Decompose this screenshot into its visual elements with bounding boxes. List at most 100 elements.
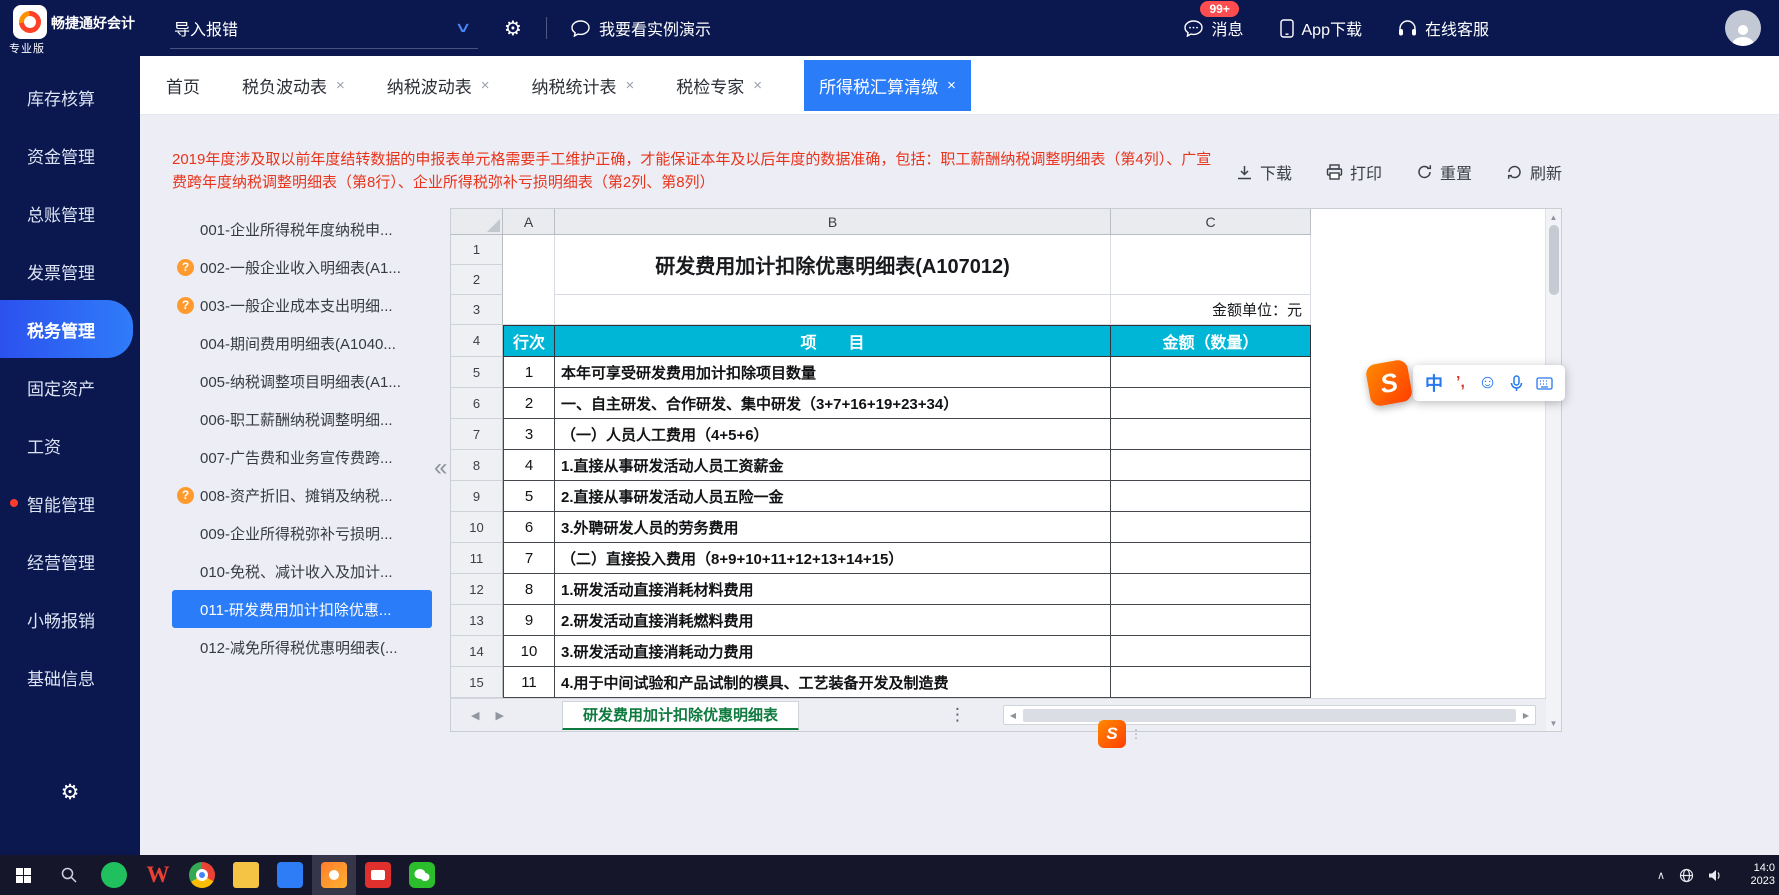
form-item-009[interactable]: 009-企业所得税弥补亏损明... [172, 514, 432, 552]
ime-punctuation[interactable]: ’, [1456, 374, 1465, 392]
table-header-item[interactable]: 项 目 [555, 325, 1111, 357]
vertical-scrollbar[interactable]: ▲ ▼ [1545, 209, 1561, 731]
tab-tax-statistics[interactable]: 纳税统计表 × [532, 60, 635, 111]
print-button[interactable]: 打印 [1326, 160, 1382, 184]
amount-cell[interactable] [1111, 543, 1311, 574]
scroll-up-icon[interactable]: ▲ [1546, 209, 1561, 225]
settings-gear-icon[interactable]: ⚙ [504, 16, 522, 41]
form-item-011[interactable]: 011-研发费用加计扣除优惠... [172, 590, 432, 628]
form-item-002[interactable]: ? 002-一般企业收入明细表(A1... [172, 248, 432, 286]
amount-cell[interactable] [1111, 419, 1311, 450]
support-button[interactable]: 在线客服 [1398, 16, 1489, 40]
tab-tax-fluctuation[interactable]: 纳税波动表 × [387, 60, 490, 111]
amount-cell[interactable] [1111, 636, 1311, 667]
download-button[interactable]: 下载 [1236, 160, 1292, 184]
line-no-cell[interactable]: 10 [503, 636, 555, 667]
row-header[interactable]: 9 [451, 481, 503, 512]
amount-cell[interactable] [1111, 481, 1311, 512]
tab-tax-burden[interactable]: 税负波动表 × [242, 60, 345, 111]
form-item-007[interactable]: 007-广告费和业务宣传费跨... [172, 438, 432, 476]
ime-emoji-icon[interactable]: ☺ [1478, 372, 1497, 394]
amount-cell[interactable] [1111, 450, 1311, 481]
row-header[interactable]: 4 [451, 325, 503, 357]
row-header[interactable]: 1 [451, 235, 503, 265]
sheet-title-cell[interactable]: 研发费用加计扣除优惠明细表(A107012) [555, 235, 1111, 295]
form-item-004[interactable]: 004-期间费用明细表(A1040... [172, 324, 432, 362]
amount-cell[interactable] [1111, 512, 1311, 543]
v-scroll-thumb[interactable] [1548, 225, 1559, 295]
help-icon[interactable]: ? [177, 258, 194, 276]
form-item-006[interactable]: 006-职工薪酬纳税调整明细... [172, 400, 432, 438]
grid-cell[interactable] [1111, 235, 1311, 295]
sidebar-item-funds[interactable]: 资金管理 [0, 126, 140, 184]
row-header[interactable]: 3 [451, 295, 503, 325]
column-header-b[interactable]: B [555, 209, 1111, 235]
grid-cell[interactable] [503, 235, 555, 325]
taskbar-app-folder[interactable] [224, 855, 268, 895]
column-header-c[interactable]: C [1111, 209, 1311, 235]
help-icon[interactable]: ? [177, 486, 194, 504]
scroll-left-icon[interactable]: ◀ [1004, 711, 1022, 720]
row-header[interactable]: 6 [451, 388, 503, 419]
volume-icon[interactable] [1708, 869, 1723, 882]
item-cell[interactable]: 2.研发活动直接消耗燃料费用 [555, 605, 1111, 636]
amount-cell[interactable] [1111, 605, 1311, 636]
item-cell[interactable]: 3.外聘研发人员的劳务费用 [555, 512, 1111, 543]
form-item-008[interactable]: ? 008-资产折旧、摊销及纳税... [172, 476, 432, 514]
scroll-right-icon[interactable]: ▶ [1517, 711, 1535, 720]
column-header-a[interactable]: A [503, 209, 555, 235]
line-no-cell[interactable]: 6 [503, 512, 555, 543]
demo-link[interactable]: 我要看实例演示 [571, 16, 711, 40]
item-cell[interactable]: 2.直接从事研发活动人员五险一金 [555, 481, 1111, 512]
row-header[interactable]: 8 [451, 450, 503, 481]
refresh-button[interactable]: 刷新 [1506, 160, 1562, 184]
h-scroll-thumb[interactable] [1023, 708, 1516, 722]
taskbar-clock[interactable]: 14:0 2023 [1737, 862, 1775, 888]
tab-home[interactable]: 首页 [166, 60, 200, 111]
sidebar-item-tax[interactable]: 税务管理 [0, 300, 133, 358]
sogou-tray-menu-icon[interactable]: ⋮ [1130, 727, 1142, 741]
item-cell[interactable]: 1.直接从事研发活动人员工资薪金 [555, 450, 1111, 481]
scroll-down-icon[interactable]: ▼ [1546, 715, 1561, 731]
line-no-cell[interactable]: 4 [503, 450, 555, 481]
close-icon[interactable]: × [947, 77, 956, 94]
grid-cell[interactable] [555, 295, 1111, 325]
line-no-cell[interactable]: 9 [503, 605, 555, 636]
row-header[interactable]: 12 [451, 574, 503, 605]
item-cell[interactable]: （一）人员人工费用（4+5+6） [555, 419, 1111, 450]
form-item-001[interactable]: 001-企业所得税年度纳税申... [172, 210, 432, 248]
row-header[interactable]: 7 [451, 419, 503, 450]
avatar[interactable] [1725, 10, 1761, 46]
sidebar-item-fixed-assets[interactable]: 固定资产 [0, 358, 140, 416]
row-header[interactable]: 10 [451, 512, 503, 543]
close-icon[interactable]: × [336, 77, 345, 94]
line-no-cell[interactable]: 7 [503, 543, 555, 574]
amount-cell[interactable] [1111, 574, 1311, 605]
table-header-line[interactable]: 行次 [503, 325, 555, 357]
sheet-next-icon[interactable]: ▶ [495, 709, 503, 722]
form-item-003[interactable]: ? 003-一般企业成本支出明细... [172, 286, 432, 324]
line-no-cell[interactable]: 5 [503, 481, 555, 512]
sidebar-item-general-ledger[interactable]: 总账管理 [0, 184, 140, 242]
tray-expand-icon[interactable]: ∧ [1657, 869, 1665, 882]
line-no-cell[interactable]: 11 [503, 667, 555, 698]
line-no-cell[interactable]: 1 [503, 357, 555, 388]
amount-cell[interactable] [1111, 667, 1311, 698]
taskbar-app-green[interactable] [92, 855, 136, 895]
line-no-cell[interactable]: 8 [503, 574, 555, 605]
row-header[interactable]: 11 [451, 543, 503, 574]
row-header[interactable]: 15 [451, 667, 503, 698]
sidebar-item-inventory[interactable]: 库存核算 [0, 68, 140, 126]
close-icon[interactable]: × [626, 77, 635, 94]
row-header[interactable]: 13 [451, 605, 503, 636]
form-item-010[interactable]: 010-免税、减计收入及加计... [172, 552, 432, 590]
select-all-corner[interactable] [451, 209, 503, 235]
tab-income-tax-settlement[interactable]: 所得税汇算清缴 × [804, 59, 971, 111]
horizontal-scrollbar[interactable]: ◀ ▶ [1003, 705, 1536, 725]
row-header[interactable]: 2 [451, 265, 503, 295]
messages-button[interactable]: 99+ 消息 [1184, 1, 1244, 40]
more-options-icon[interactable]: ⋮ [949, 705, 966, 725]
help-icon[interactable]: ? [177, 296, 194, 314]
sidebar-item-business-management[interactable]: 经营管理 [0, 532, 140, 590]
item-cell[interactable]: 1.研发活动直接消耗材料费用 [555, 574, 1111, 605]
